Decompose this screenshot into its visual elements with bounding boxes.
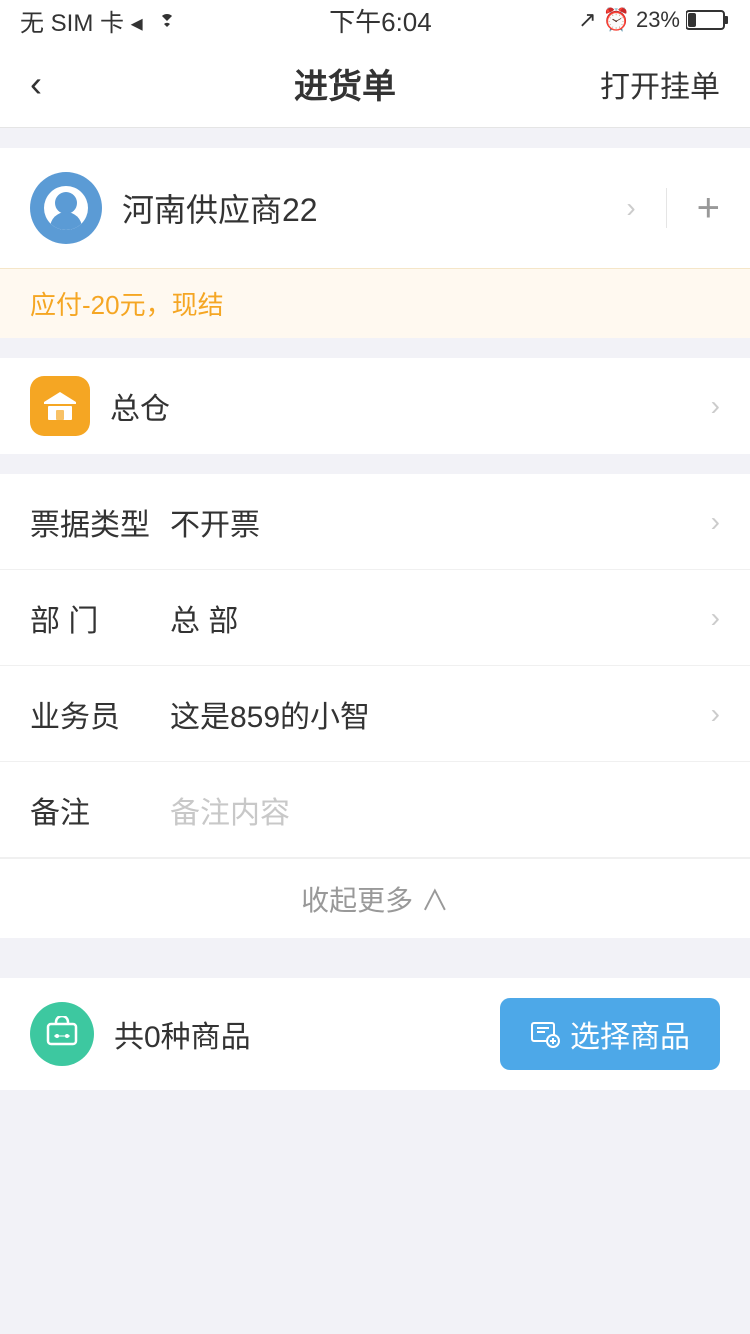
- wifi-icon: [151, 9, 183, 31]
- department-row[interactable]: 部 门 总 部 ›: [0, 570, 750, 666]
- status-time: 下午6:04: [329, 2, 432, 39]
- warehouse-label: 总仓: [110, 384, 711, 428]
- salesperson-value: 这是859的小智: [170, 692, 711, 736]
- invoice-type-label: 票据类型: [30, 500, 170, 544]
- supplier-right: › +: [626, 186, 720, 231]
- department-value: 总 部: [170, 596, 711, 640]
- notice-text: 应付-20元，现结: [30, 290, 224, 320]
- location-icon: ↗: [578, 7, 596, 33]
- remark-row[interactable]: 备注 备注内容: [0, 762, 750, 858]
- alarm-icon: ⏰: [603, 7, 630, 33]
- select-goods-icon: [530, 1019, 560, 1049]
- goods-icon: [30, 1002, 94, 1066]
- status-left: 无 SIM 卡 ◂: [20, 3, 183, 38]
- salesperson-row[interactable]: 业务员 这是859的小智 ›: [0, 666, 750, 762]
- warehouse-svg: [42, 388, 78, 424]
- warehouse-row[interactable]: 总仓 ›: [0, 358, 750, 454]
- nav-bar: ‹ 进货单 打开挂单: [0, 40, 750, 128]
- department-chevron-icon: ›: [711, 602, 720, 634]
- open-pending-button[interactable]: 打开挂单: [600, 62, 720, 106]
- page-title: 进货单: [294, 59, 396, 108]
- salesperson-chevron-icon: ›: [711, 698, 720, 730]
- supplier-row[interactable]: 河南供应商22 › +: [0, 148, 750, 268]
- form-section: 票据类型 不开票 › 部 门 总 部 › 业务员 这是859的小智 › 备注 备…: [0, 474, 750, 938]
- cart-icon: [44, 1016, 80, 1052]
- avatar-head: [55, 192, 77, 214]
- avatar-inner: [44, 186, 88, 230]
- salesperson-label: 业务员: [30, 692, 170, 736]
- battery-icon: [686, 9, 730, 31]
- sim-label: 无 SIM 卡 ◂: [20, 3, 143, 38]
- back-button[interactable]: ‹: [30, 63, 90, 105]
- notice-bar: 应付-20元，现结: [0, 268, 750, 338]
- status-bar: 无 SIM 卡 ◂ 下午6:04 ↗ ⏰ 23%: [0, 0, 750, 40]
- invoice-type-chevron-icon: ›: [711, 506, 720, 538]
- battery-label: 23%: [636, 7, 680, 33]
- section-gap-3: [0, 454, 750, 474]
- section-gap-2: [0, 338, 750, 358]
- avatar-body: [50, 212, 82, 230]
- remark-label: 备注: [30, 788, 170, 832]
- remark-placeholder: 备注内容: [170, 788, 720, 832]
- collapse-label: 收起更多 ∧: [301, 879, 449, 919]
- section-gap-4: [0, 938, 750, 958]
- section-gap-1: [0, 128, 750, 148]
- select-goods-button[interactable]: 选择商品: [500, 998, 720, 1070]
- supplier-avatar: [30, 172, 102, 244]
- bottom-bar: 共0种商品 选择商品: [0, 978, 750, 1090]
- warehouse-icon: [30, 376, 90, 436]
- department-label: 部 门: [30, 596, 170, 640]
- add-supplier-icon[interactable]: +: [697, 186, 720, 231]
- select-goods-label: 选择商品: [570, 1012, 690, 1056]
- supplier-chevron-icon: ›: [626, 192, 635, 224]
- divider: [666, 188, 667, 228]
- supplier-name: 河南供应商22: [122, 185, 626, 231]
- invoice-type-value: 不开票: [170, 500, 711, 544]
- collapse-row[interactable]: 收起更多 ∧: [0, 858, 750, 938]
- invoice-type-row[interactable]: 票据类型 不开票 ›: [0, 474, 750, 570]
- warehouse-chevron-icon: ›: [711, 390, 720, 422]
- goods-count-label: 共0种商品: [114, 1012, 480, 1056]
- status-right: ↗ ⏰ 23%: [578, 7, 730, 33]
